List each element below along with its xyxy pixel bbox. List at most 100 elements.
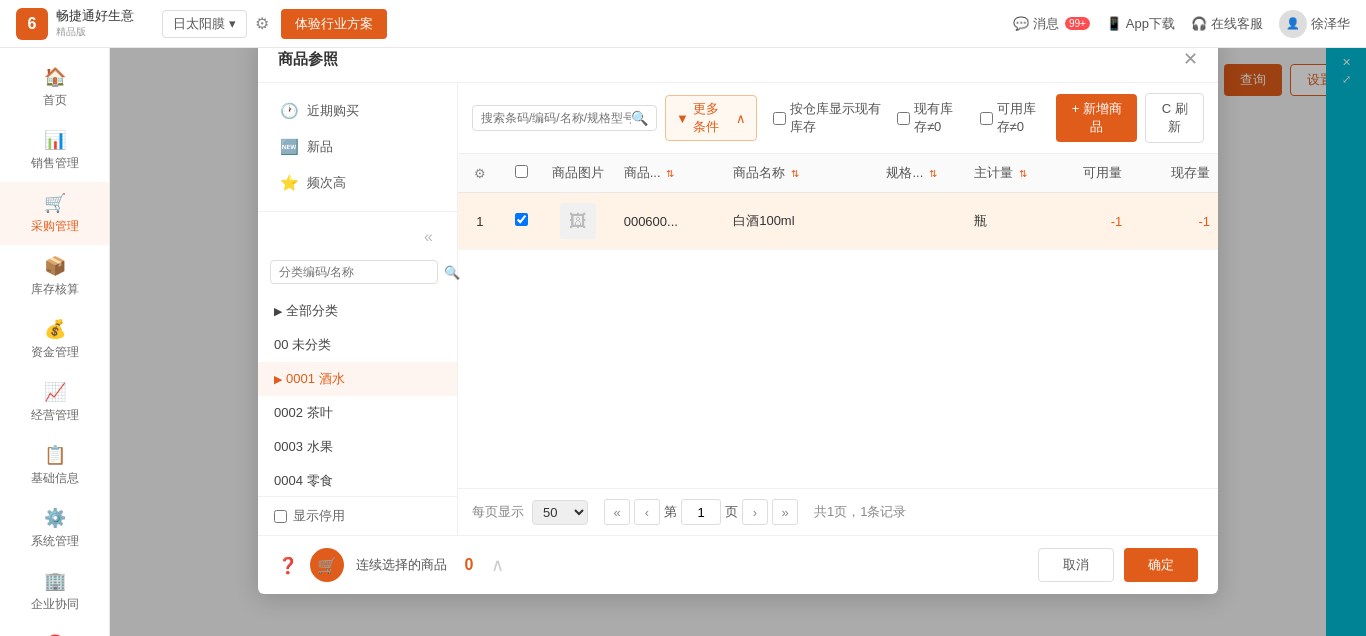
search-icon[interactable]: 🔍 (631, 110, 648, 126)
nav-selector[interactable]: 日太阳膜 ▾ (162, 10, 247, 38)
cart-icon[interactable]: 🛒 (310, 548, 344, 582)
collapse-panel-btn[interactable]: « (412, 220, 445, 254)
nav-right: 💬 消息 99+ 📱 App下载 🎧 在线客服 👤 徐泽华 (1013, 10, 1350, 38)
sales-icon: 📊 (44, 129, 66, 151)
cb-usable-stock-input[interactable] (980, 112, 993, 125)
help-icon[interactable]: ❓ (278, 556, 298, 575)
cart-icon-symbol: 🛒 (317, 556, 337, 575)
modal-close-btn[interactable]: ✕ (1183, 48, 1198, 70)
online-service-item[interactable]: 🎧 在线客服 (1191, 15, 1263, 33)
refresh-btn[interactable]: C 刷新 (1145, 93, 1204, 143)
message-icon: 💬 (1013, 16, 1029, 31)
cat-item-00[interactable]: 00 未分类 (258, 328, 457, 362)
select-all-checkbox[interactable] (515, 165, 528, 178)
page-next-btn[interactable]: › (742, 499, 768, 525)
arrow-icon: ▶ (274, 305, 282, 318)
add-product-btn[interactable]: + 新增商品 (1056, 94, 1137, 142)
sort-name-icon: ⇅ (791, 168, 799, 179)
page-last-btn[interactable]: » (772, 499, 798, 525)
cb-by-warehouse-input[interactable] (773, 112, 786, 125)
cb-usable-stock[interactable]: 可用库存≠0 (980, 100, 1049, 136)
th-image-label: 商品图片 (552, 165, 604, 180)
filter-more-btn[interactable]: ▼ 更多条件 ∧ (665, 95, 757, 141)
tab-new[interactable]: 🆕 新品 (270, 131, 445, 163)
per-page-select[interactable]: 50 20 100 (532, 500, 588, 525)
table-row[interactable]: 1 🖼 000600... (458, 193, 1218, 250)
product-search-input[interactable] (481, 111, 631, 125)
enterprise-icon: 🏢 (44, 570, 66, 592)
cancel-btn[interactable]: 取消 (1038, 548, 1114, 582)
cat-item-0001[interactable]: ▶ 0001 酒水 (258, 362, 457, 396)
filter-icon: ▼ (676, 111, 689, 126)
chevron-down-icon: ▾ (229, 16, 236, 31)
product-search-box: 🔍 (472, 105, 657, 131)
cat-0003-label: 0003 水果 (274, 439, 333, 454)
notifications-item[interactable]: 💬 消息 99+ (1013, 15, 1090, 33)
tab-new-label: 新品 (307, 138, 333, 156)
sidebar-item-enterprise[interactable]: 🏢 企业协同 (0, 560, 109, 623)
cat-item-all[interactable]: ▶ 全部分类 (258, 294, 457, 328)
online-service-label: 在线客服 (1211, 15, 1263, 33)
experience-btn[interactable]: 体验行业方案 (281, 9, 387, 39)
cat-item-0003[interactable]: 0003 水果 (258, 430, 457, 464)
sidebar-item-home[interactable]: 🏠 首页 (0, 56, 109, 119)
app-download-item[interactable]: 📱 App下载 (1106, 15, 1175, 33)
th-unit-label: 主计量 (974, 165, 1013, 180)
th-code-label: 商品... (624, 165, 661, 180)
headset-icon: 🎧 (1191, 16, 1207, 31)
th-code[interactable]: 商品... ⇅ (616, 154, 726, 193)
cb-current-stock-label: 现有库存≠0 (914, 100, 966, 136)
logo-area: 6 畅捷通好生意 精品版 (16, 8, 146, 40)
tab-recent[interactable]: 🕐 近期购买 (270, 95, 445, 127)
page-num-prefix: 第 (664, 503, 677, 521)
cb-current-stock-input[interactable] (897, 112, 910, 125)
sidebar-item-purchase[interactable]: 🛒 采购管理 (0, 182, 109, 245)
row-code: 000600... (624, 214, 678, 229)
sidebar-label-enterprise: 企业协同 (31, 596, 79, 613)
row-checkbox[interactable] (515, 213, 528, 226)
confirm-btn[interactable]: 确定 (1124, 548, 1198, 582)
td-code: 000600... (616, 193, 726, 250)
cat-item-0002[interactable]: 0002 茶叶 (258, 396, 457, 430)
inventory-icon: 📦 (44, 255, 66, 277)
th-spec[interactable]: 规格... ⇅ (878, 154, 966, 193)
operation-icon: 📈 (44, 381, 66, 403)
nav-selector-label: 日太阳膜 (173, 15, 225, 33)
sidebar-item-sales[interactable]: 📊 销售管理 (0, 119, 109, 182)
display-disabled-label: 显示停用 (293, 507, 345, 525)
page-prev-btn[interactable]: ‹ (634, 499, 660, 525)
sidebar-item-guide[interactable]: 🎯 新手引导 (0, 623, 109, 636)
top-nav: 6 畅捷通好生意 精品版 日太阳膜 ▾ ⚙ 体验行业方案 💬 消息 99+ 📱 … (0, 0, 1366, 48)
sidebar-label-purchase: 采购管理 (31, 218, 79, 235)
settings-icon[interactable]: ⚙ (255, 14, 269, 33)
cat-item-0004[interactable]: 0004 零食 (258, 464, 457, 496)
sidebar-item-basic[interactable]: 📋 基础信息 (0, 434, 109, 497)
th-name[interactable]: 商品名称 ⇅ (725, 154, 878, 193)
sidebar-label-inventory: 库存核算 (31, 281, 79, 298)
th-unit[interactable]: 主计量 ⇅ (966, 154, 1043, 193)
modal-title: 商品参照 (278, 50, 338, 69)
expand-icon[interactable]: ∧ (491, 554, 504, 576)
page-num-input[interactable] (681, 499, 721, 525)
sidebar-item-finance[interactable]: 💰 资金管理 (0, 308, 109, 371)
th-settings: ⚙ (458, 154, 502, 193)
content-area: 查询 设置 ✕ ⤢ 商品参照 ✕ 🕐 (110, 48, 1366, 636)
category-search-input[interactable] (270, 260, 438, 284)
cb-by-warehouse[interactable]: 按仓库显示现有库存 (773, 100, 883, 136)
tab-frequent[interactable]: ⭐ 频次高 (270, 167, 445, 199)
sidebar: 🏠 首页 📊 销售管理 🛒 采购管理 📦 库存核算 💰 资金管理 📈 经营管理 … (0, 48, 110, 636)
per-page-label: 每页显示 (472, 503, 524, 521)
sidebar-item-inventory[interactable]: 📦 库存核算 (0, 245, 109, 308)
user-item[interactable]: 👤 徐泽华 (1279, 10, 1350, 38)
sort-unit-icon: ⇅ (1019, 168, 1027, 179)
td-check[interactable] (502, 193, 541, 250)
cb-current-stock[interactable]: 现有库存≠0 (897, 100, 966, 136)
page-first-btn[interactable]: « (604, 499, 630, 525)
display-disabled-checkbox[interactable] (274, 510, 287, 523)
table-settings-icon[interactable]: ⚙ (474, 166, 486, 181)
sidebar-item-operation[interactable]: 📈 经营管理 (0, 371, 109, 434)
sidebar-label-sales: 销售管理 (31, 155, 79, 172)
tab-recent-label: 近期购买 (307, 102, 359, 120)
sidebar-item-system[interactable]: ⚙️ 系统管理 (0, 497, 109, 560)
left-panel: 🕐 近期购买 🆕 新品 ⭐ 频次高 (258, 83, 458, 535)
